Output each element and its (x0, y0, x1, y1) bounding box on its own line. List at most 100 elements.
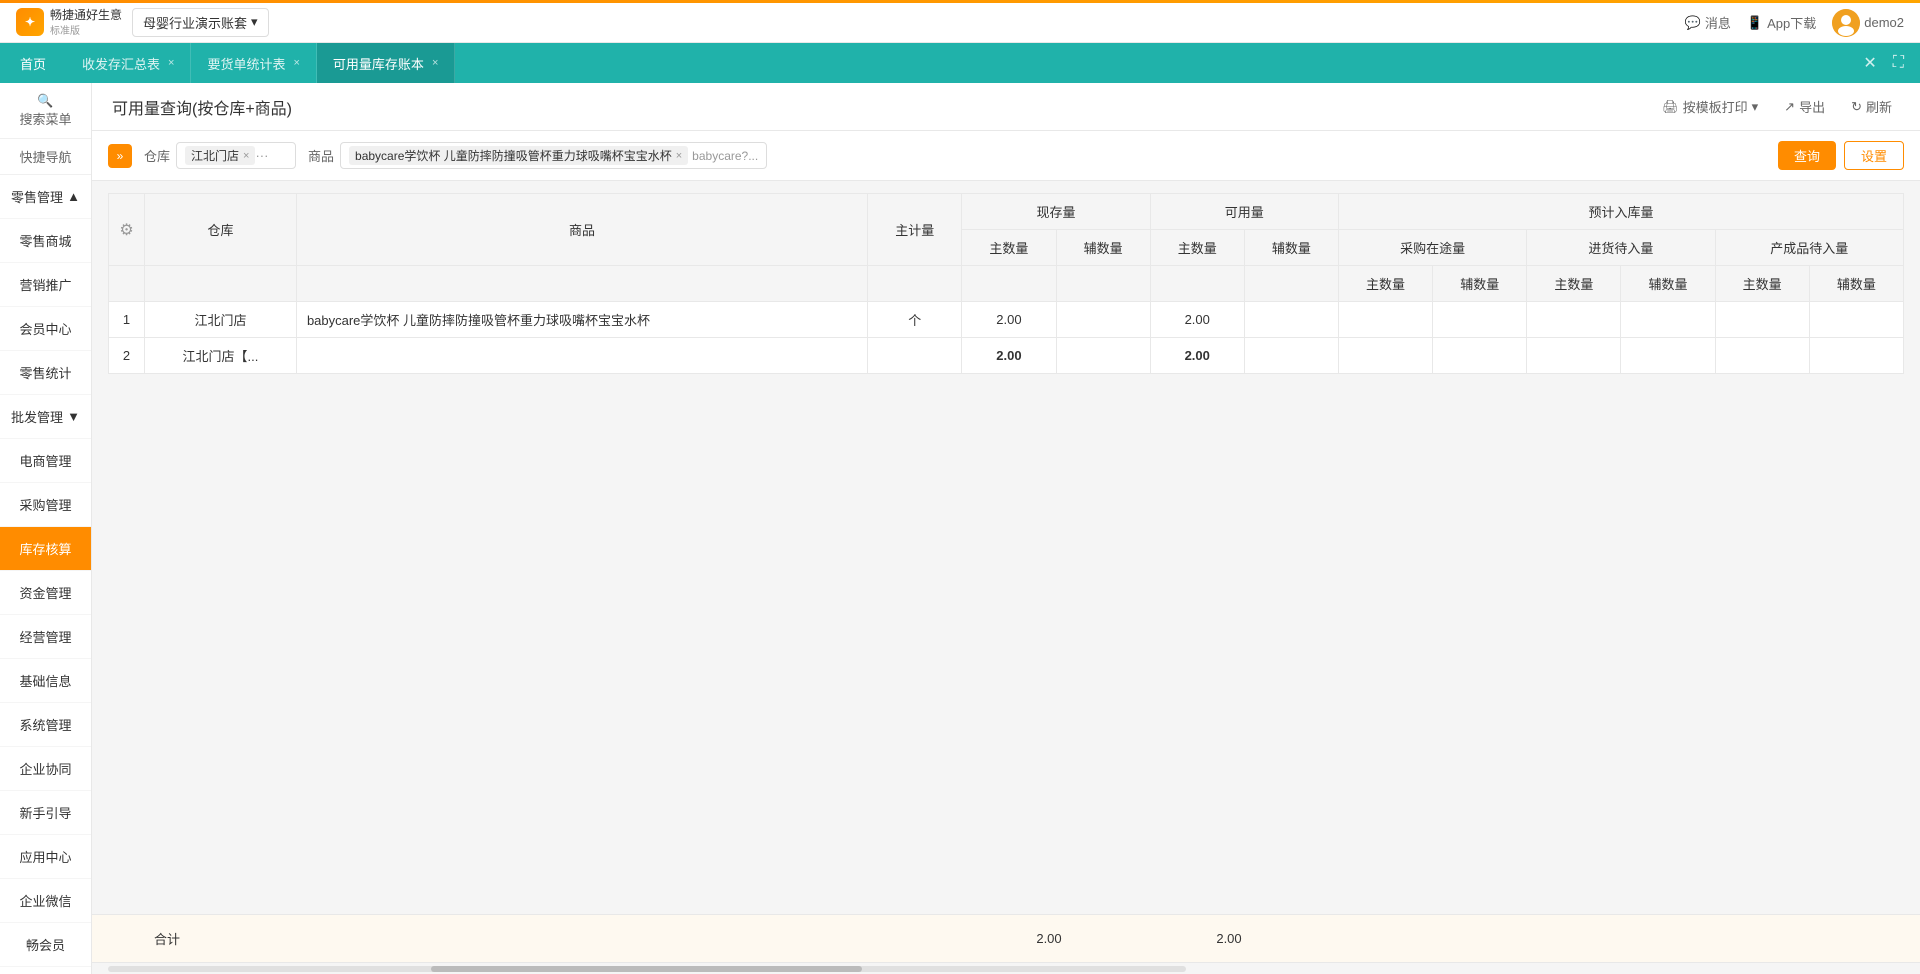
logo-icon: ✦ (16, 8, 44, 36)
row1-warehouse: 江北门店 (145, 302, 297, 338)
th-production-aux: 辅数量 (1809, 266, 1903, 302)
summary-avail-aux (1274, 923, 1364, 954)
message-action[interactable]: 💬 消息 (1685, 13, 1731, 32)
th-main-unit: 主计量 (868, 194, 962, 266)
sidebar-quick-nav-label: 快捷导航 (19, 150, 71, 165)
tab-receive-close[interactable]: × (168, 57, 174, 69)
query-button[interactable]: 查询 (1778, 141, 1836, 170)
sidebar-quick-nav[interactable]: 快捷导航 (0, 139, 91, 175)
th-warehouse: 仓库 (145, 194, 297, 266)
sidebar-item-ecommerce[interactable]: 电商管理 (0, 439, 91, 483)
product-tag-2: babycare?... (692, 149, 758, 163)
table-header-row-1: ⚙ 仓库 商品 主计量 现存量 可用量 预计入库量 (109, 194, 1904, 230)
sidebar-item-retail-stats[interactable]: 零售统计 (0, 351, 91, 395)
row2-unit (868, 338, 962, 374)
warehouse-input[interactable]: 江北门店 × ··· (176, 142, 296, 169)
product-tag-1-remove[interactable]: × (676, 150, 682, 162)
username-label: demo2 (1864, 15, 1904, 30)
row1-avail-main: 2.00 (1150, 302, 1244, 338)
sidebar-item-basic[interactable]: 基础信息 (0, 659, 91, 703)
product-filter-label: 商品 (308, 146, 334, 165)
summary-row: 合计 2.00 2.00 (108, 923, 1904, 954)
print-btn[interactable]: 🖨 按模板打印 ▾ (1654, 93, 1766, 120)
maximize-btn[interactable]: ⛶ (1889, 52, 1908, 74)
tab-home-label: 首页 (20, 54, 46, 73)
th-stock-main-qty: 主数量 (962, 230, 1056, 266)
row1-purchase-main (1338, 302, 1432, 338)
product-tag-1: babycare学饮杯 儿童防摔防撞吸管杯重力球吸嘴杯宝宝水杯 × (349, 146, 688, 165)
sidebar-item-finance[interactable]: 资金管理 (0, 571, 91, 615)
page-actions: 🖨 按模板打印 ▾ ↗ 导出 ↻ 刷新 (1654, 93, 1900, 120)
row2-incoming-aux (1621, 338, 1715, 374)
tab-inventory-close[interactable]: × (432, 57, 438, 69)
industry-selector[interactable]: 母婴行业演示账套 ▾ (132, 8, 269, 37)
row1-production-aux (1809, 302, 1903, 338)
refresh-btn[interactable]: ↻ 刷新 (1843, 93, 1900, 120)
logo-text: 畅捷通好生意 (50, 8, 122, 22)
th-empty-product (296, 266, 867, 302)
tab-inventory-label: 可用量库存账本 (333, 54, 424, 73)
warehouse-filter-label: 仓库 (144, 146, 170, 165)
th-avail-main-qty: 主数量 (1150, 230, 1244, 266)
tab-order[interactable]: 要货单统计表 × (191, 43, 316, 83)
sidebar-item-operations[interactable]: 经营管理 (0, 615, 91, 659)
sidebar-search[interactable]: 🔍 搜索菜单 (0, 83, 91, 139)
row1-index: 1 (109, 302, 145, 338)
tab-receive[interactable]: 收发存汇总表 × (66, 43, 191, 83)
logo-text-block: 畅捷通好生意 标准版 (50, 8, 122, 37)
scrollbar-area (92, 962, 1920, 974)
tab-order-close[interactable]: × (293, 57, 299, 69)
sidebar-item-retail-mall[interactable]: 零售商城 (0, 219, 91, 263)
sidebar-item-wholesale[interactable]: 批发管理 ▼ (0, 395, 91, 439)
summary-empty-unit (944, 923, 1004, 954)
product-input[interactable]: babycare学饮杯 儿童防摔防撞吸管杯重力球吸嘴杯宝宝水杯 × babyca… (340, 142, 767, 169)
summary-production-aux (1814, 923, 1904, 954)
sidebar-item-enterprise-wechat[interactable]: 企业微信 (0, 879, 91, 923)
sidebar-item-retail-mall-label: 零售商城 (19, 231, 71, 250)
sidebar-item-inventory-check[interactable]: 库存核算 (0, 527, 91, 571)
sidebar-item-purchase[interactable]: 采购管理 (0, 483, 91, 527)
sidebar-item-system-label: 系统管理 (19, 715, 71, 734)
filter-bar: » 仓库 江北门店 × ··· 商品 babycare学饮杯 儿童防摔防撞吸管杯… (92, 131, 1920, 181)
table-row: 1 江北门店 babycare学饮杯 儿童防摔防撞吸管杯重力球吸嘴杯宝宝水杯 个… (109, 302, 1904, 338)
user-avatar-area[interactable]: demo2 (1832, 9, 1904, 37)
export-btn[interactable]: ↗ 导出 (1776, 93, 1833, 120)
row1-production-main (1715, 302, 1809, 338)
sidebar-item-basic-label: 基础信息 (19, 671, 71, 690)
app-download-action[interactable]: 📱 App下载 (1747, 13, 1816, 32)
sidebar-item-app-center-label: 应用中心 (19, 847, 71, 866)
page-title: 可用量查询(按仓库+商品) (112, 95, 292, 119)
sidebar-item-retail-mgmt-label: 零售管理 (11, 187, 63, 206)
sidebar-item-app-center[interactable]: 应用中心 (0, 835, 91, 879)
sidebar-item-marketing[interactable]: 营销推广 (0, 263, 91, 307)
row2-warehouse: 江北门店【... (145, 338, 297, 374)
warehouse-more-dots[interactable]: ··· (255, 148, 268, 163)
sidebar-item-system[interactable]: 系统管理 (0, 703, 91, 747)
table-row: 2 江北门店【... 2.00 2.00 (109, 338, 1904, 374)
sidebar-item-retail-mgmt[interactable]: 零售管理 ▲ (0, 175, 91, 219)
filter-toggle-btn[interactable]: » (108, 144, 132, 168)
warehouse-tag-remove[interactable]: × (243, 150, 249, 162)
th-empty-unit (868, 266, 962, 302)
close-window-btn[interactable]: ✕ (1859, 51, 1880, 75)
industry-label: 母婴行业演示账套 (143, 13, 247, 32)
row2-avail-main: 2.00 (1150, 338, 1244, 374)
summary-avail-main: 2.00 (1184, 923, 1274, 954)
tab-inventory[interactable]: 可用量库存账本 × (317, 43, 455, 83)
th-settings[interactable]: ⚙ (109, 194, 145, 266)
sidebar-item-newbie[interactable]: 新手引导 (0, 791, 91, 835)
th-avail-aux-qty: 辅数量 (1244, 230, 1338, 266)
summary-empty-product (264, 923, 944, 954)
row2-product (296, 338, 867, 374)
table-container[interactable]: ⚙ 仓库 商品 主计量 现存量 可用量 预计入库量 主数量 辅数量 主数量 辅数… (92, 181, 1920, 914)
mobile-icon: 📱 (1747, 15, 1763, 31)
sidebar-item-enterprise[interactable]: 企业协同 (0, 747, 91, 791)
arrow-icon: ▲ (67, 189, 80, 204)
sidebar-item-enterprise-wechat-label: 企业微信 (19, 891, 71, 910)
sidebar-item-member[interactable]: 会员中心 (0, 307, 91, 351)
sidebar-item-vip[interactable]: 畅会员 (0, 923, 91, 967)
app-download-label: App下载 (1767, 13, 1816, 32)
tab-home[interactable]: 首页 (0, 43, 66, 83)
th-empty-warehouse (145, 266, 297, 302)
settings-button[interactable]: 设置 (1844, 141, 1904, 170)
